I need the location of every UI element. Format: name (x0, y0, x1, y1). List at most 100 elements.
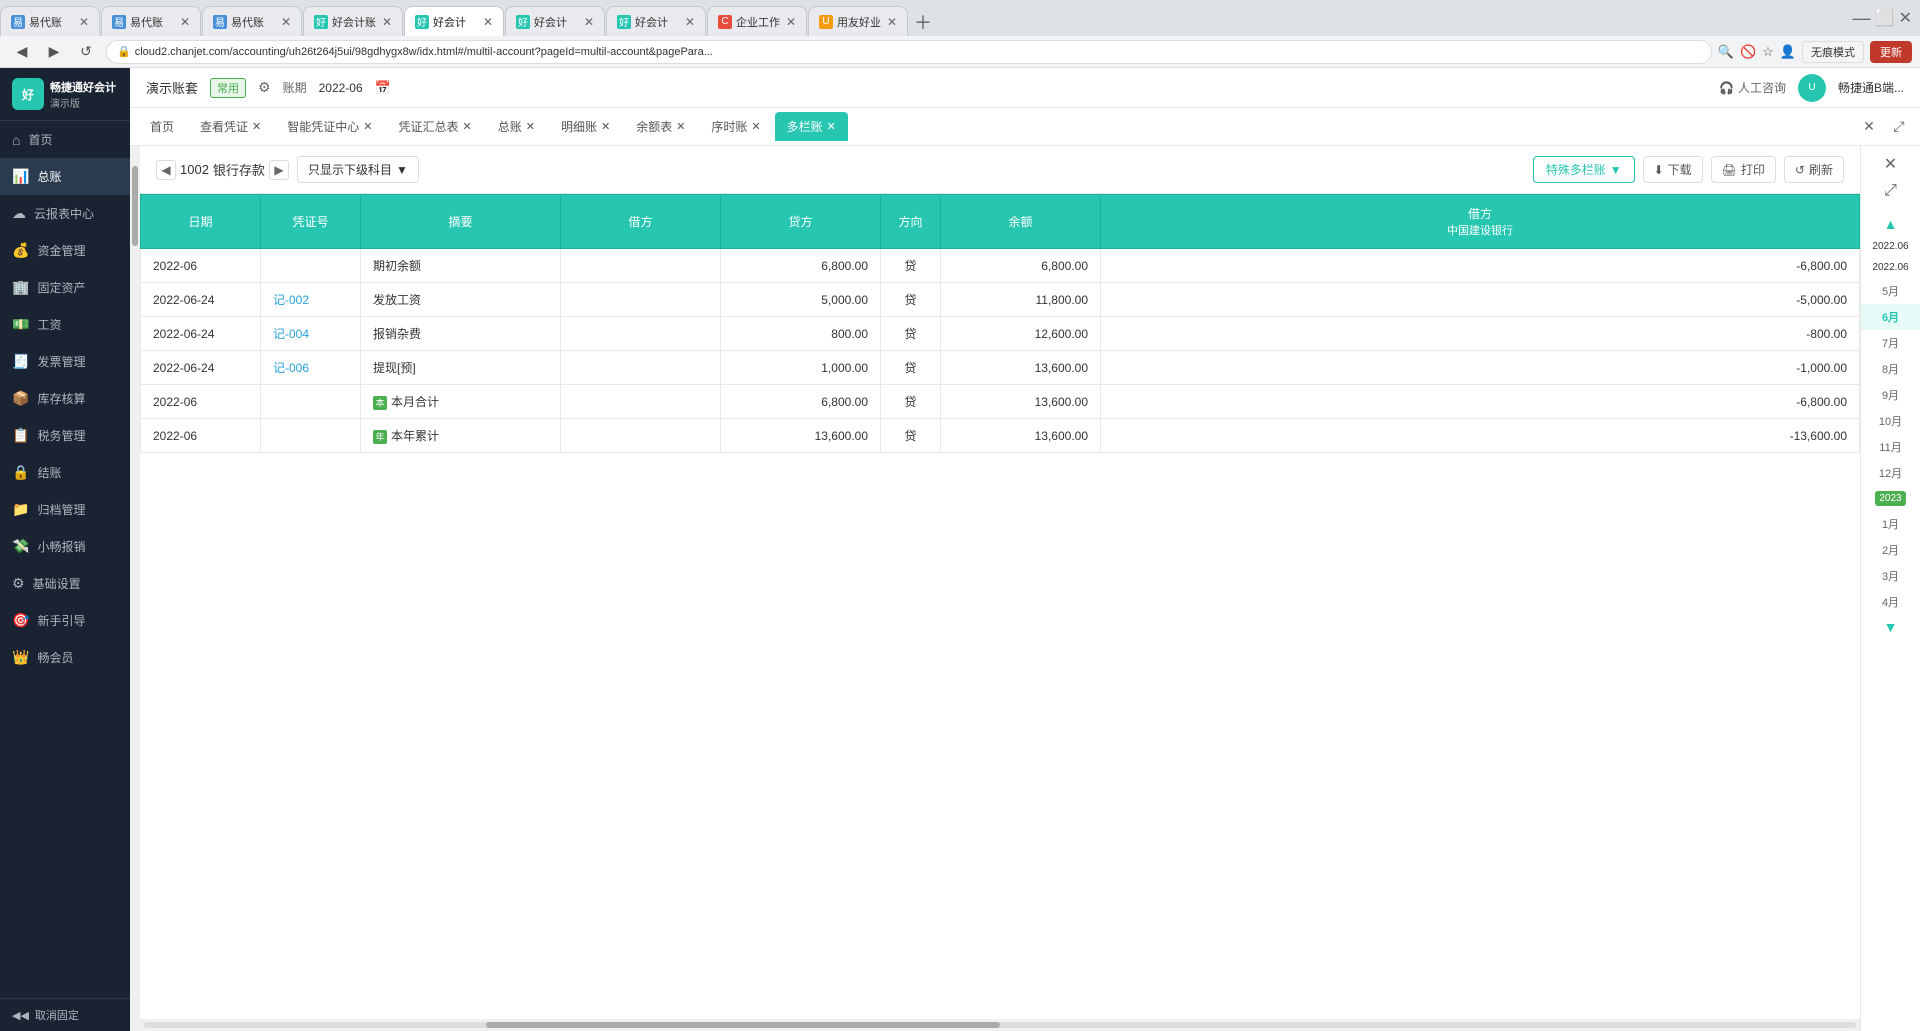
tab-detail-ledger-close[interactable]: ✕ (601, 120, 610, 133)
tab-sequential-ledger-close[interactable]: ✕ (751, 120, 760, 133)
sidebar-item-closing[interactable]: 🔒 结账 (0, 454, 130, 491)
user-name-label[interactable]: 畅捷通B端... (1838, 79, 1904, 96)
incognito-icon[interactable]: 🚫 (1740, 44, 1756, 60)
print-button[interactable]: 🖨 打印 (1711, 156, 1776, 183)
date-item-2022-06-1[interactable]: 2022.06 (1861, 236, 1920, 257)
sidebar-item-inventory[interactable]: 📦 库存核算 (0, 380, 130, 417)
voucher-link-002[interactable]: 记-002 (273, 293, 309, 307)
tab-multi-col-close[interactable]: ✕ (827, 120, 836, 133)
tab-close-4[interactable]: ✕ (382, 15, 392, 29)
sidebar-item-member[interactable]: 👑 畅会员 (0, 639, 130, 676)
date-item-9[interactable]: 9月 (1861, 382, 1920, 408)
browser-tab-3[interactable]: 易 易代账 ✕ (202, 6, 302, 36)
sidebar-item-assets[interactable]: 🏢 固定资产 (0, 269, 130, 306)
right-panel-close-button[interactable]: ✕ (1884, 154, 1897, 174)
tab-close-6[interactable]: ✕ (584, 15, 594, 29)
tab-balance-sheet[interactable]: 余额表 ✕ (624, 112, 697, 141)
tab-general-ledger-close[interactable]: ✕ (526, 120, 535, 133)
download-button[interactable]: ⬇ 下载 (1643, 156, 1703, 183)
tab-home[interactable]: 首页 (138, 112, 186, 141)
incognito-mode-btn[interactable]: 无痕模式 (1802, 41, 1864, 63)
scroll-up-button[interactable]: ▲ (1880, 212, 1902, 236)
date-item-2022-06-2[interactable]: 2022.06 (1861, 257, 1920, 278)
sidebar-item-expense[interactable]: 💸 小畅报销 (0, 528, 130, 565)
search-icon[interactable]: 🔍 (1718, 44, 1734, 60)
date-item-6[interactable]: 6月 (1861, 304, 1920, 330)
close-button[interactable]: ✕ (1899, 8, 1912, 28)
tab-multi-col[interactable]: 多栏账 ✕ (775, 112, 848, 141)
sidebar-item-invoice[interactable]: 🧾 发票管理 (0, 343, 130, 380)
date-item-2023-2[interactable]: 2月 (1861, 537, 1920, 563)
tab-view-voucher-close[interactable]: ✕ (252, 120, 261, 133)
date-item-5[interactable]: 5月 (1861, 278, 1920, 304)
back-button[interactable]: ◀ (8, 38, 36, 66)
tab-close-7[interactable]: ✕ (685, 15, 695, 29)
tab-close-1[interactable]: ✕ (79, 15, 89, 29)
bottom-scrollbar[interactable] (140, 1019, 1860, 1031)
date-item-12[interactable]: 12月 (1861, 460, 1920, 486)
multi-col-type-button[interactable]: 特殊多栏账 ▼ (1533, 156, 1635, 183)
browser-tab-6[interactable]: 好 好会计 ✕ (505, 6, 605, 36)
voucher-link-006[interactable]: 记-006 (273, 361, 309, 375)
tab-smart-voucher-close[interactable]: ✕ (363, 120, 372, 133)
settings-gear-icon[interactable]: ⚙ (258, 79, 271, 96)
sidebar-item-guide[interactable]: 🎯 新手引导 (0, 602, 130, 639)
browser-tab-5[interactable]: 好 好会计 ✕ (404, 6, 504, 36)
tab-close-5[interactable]: ✕ (483, 15, 493, 29)
sidebar-item-tax[interactable]: 📋 税务管理 (0, 417, 130, 454)
tabs-collapse-button[interactable]: ✕ (1856, 114, 1882, 140)
filter-dropdown[interactable]: 只显示下级科目 ▼ (297, 156, 419, 183)
refresh-button[interactable]: ↺ 刷新 (1784, 156, 1844, 183)
sidebar-item-settings[interactable]: ⚙ 基础设置 (0, 565, 130, 602)
sidebar-item-funds[interactable]: 💰 资金管理 (0, 232, 130, 269)
tab-general-ledger[interactable]: 总账 ✕ (486, 112, 547, 141)
year-2023-badge[interactable]: 2023 (1875, 491, 1905, 506)
tab-balance-sheet-close[interactable]: ✕ (676, 120, 685, 133)
profile-icon[interactable]: 👤 (1780, 44, 1796, 60)
url-input[interactable]: 🔒 cloud2.chanjet.com/accounting/uh26t264… (106, 40, 1712, 64)
vertical-scrollbar[interactable] (130, 146, 140, 1031)
new-tab-button[interactable]: ＋ (909, 8, 937, 36)
period-calendar-icon[interactable]: 📅 (375, 80, 391, 96)
sidebar-item-archive[interactable]: 📁 归档管理 (0, 491, 130, 528)
sidebar-item-home[interactable]: ⌂ 首页 (0, 121, 130, 158)
tab-voucher-summary[interactable]: 凭证汇总表 ✕ (386, 112, 483, 141)
consult-button[interactable]: 🎧 人工咨询 (1719, 79, 1786, 96)
tab-close-8[interactable]: ✕ (786, 15, 796, 29)
tab-voucher-summary-close[interactable]: ✕ (463, 120, 472, 133)
sidebar-item-reports[interactable]: ☁ 云报表中心 (0, 195, 130, 232)
bookmark-icon[interactable]: ☆ (1762, 44, 1774, 60)
tab-smart-voucher[interactable]: 智能凭证中心 ✕ (275, 112, 384, 141)
horizontal-scrollbar-thumb[interactable] (486, 1022, 1000, 1028)
right-panel-expand-button[interactable]: ⤢ (1884, 182, 1897, 200)
browser-tab-7[interactable]: 好 好会计 ✕ (606, 6, 706, 36)
browser-tab-1[interactable]: 易 易代账 ✕ (0, 6, 100, 36)
tab-close-3[interactable]: ✕ (281, 15, 291, 29)
browser-tab-2[interactable]: 易 易代账 ✕ (101, 6, 201, 36)
tab-view-voucher[interactable]: 查看凭证 ✕ (188, 112, 273, 141)
date-item-2023-4[interactable]: 4月 (1861, 589, 1920, 615)
maximize-button[interactable]: ⬜ (1875, 8, 1895, 28)
forward-button[interactable]: ▶ (40, 38, 68, 66)
tab-close-9[interactable]: ✕ (887, 15, 897, 29)
user-avatar[interactable]: U (1798, 74, 1826, 102)
reload-button[interactable]: ↺ (72, 38, 100, 66)
browser-tab-8[interactable]: C 企业工作 ✕ (707, 6, 807, 36)
tabs-expand-button[interactable]: ⤢ (1886, 114, 1912, 140)
browser-tab-4[interactable]: 好 好会计账 ✕ (303, 6, 403, 36)
date-item-8[interactable]: 8月 (1861, 356, 1920, 382)
account-prev-button[interactable]: ◀ (156, 160, 176, 180)
date-item-2023-1[interactable]: 1月 (1861, 511, 1920, 537)
update-button[interactable]: 更新 (1870, 41, 1912, 63)
date-item-2023-3[interactable]: 3月 (1861, 563, 1920, 589)
date-item-10[interactable]: 10月 (1861, 408, 1920, 434)
unpin-button[interactable]: ◀◀ 取消固定 (12, 1007, 118, 1023)
sidebar-item-salary[interactable]: 💵 工资 (0, 306, 130, 343)
sidebar-item-ledger[interactable]: 📊 总账 (0, 158, 130, 195)
browser-tab-9[interactable]: U 用友好业 ✕ (808, 6, 908, 36)
date-item-11[interactable]: 11月 (1861, 434, 1920, 460)
scroll-down-button[interactable]: ▼ (1880, 615, 1902, 639)
account-next-button[interactable]: ▶ (269, 160, 289, 180)
tab-close-2[interactable]: ✕ (180, 15, 190, 29)
tab-sequential-ledger[interactable]: 序时账 ✕ (699, 112, 772, 141)
